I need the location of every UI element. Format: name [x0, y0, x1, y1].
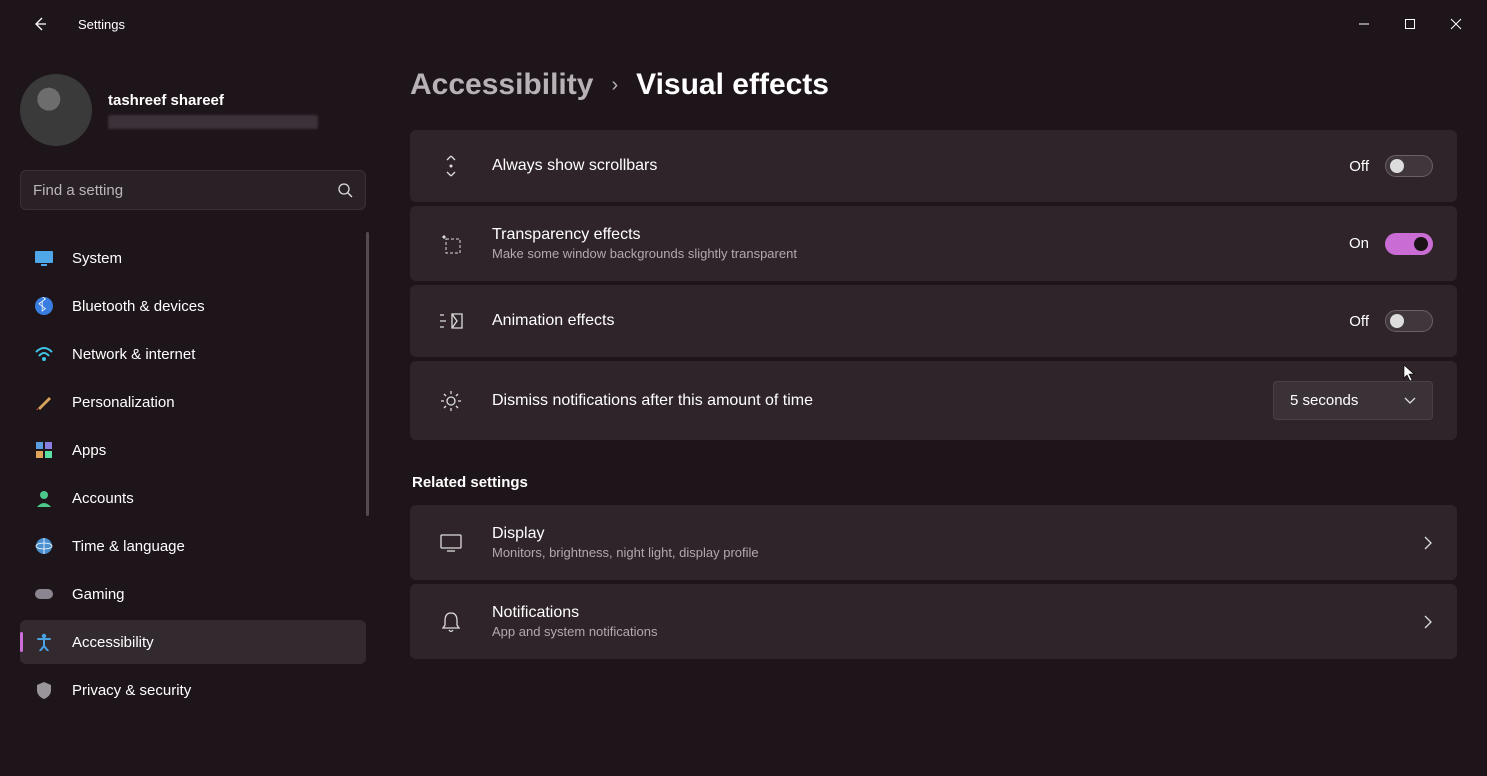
related-display[interactable]: Display Monitors, brightness, night ligh… — [410, 505, 1457, 580]
brightness-icon — [434, 389, 468, 413]
monitor-icon — [34, 248, 54, 268]
scrollbar-icon — [434, 154, 468, 178]
sparkle-icon — [434, 232, 468, 256]
arrow-left-icon — [32, 16, 48, 32]
app-title: Settings — [78, 17, 125, 32]
back-button[interactable] — [20, 4, 60, 44]
related-settings-heading: Related settings — [412, 474, 1457, 491]
search-icon — [337, 182, 353, 198]
related-notifications[interactable]: Notifications App and system notificatio… — [410, 584, 1457, 659]
animation-icon — [434, 311, 468, 331]
nav-label: Personalization — [72, 394, 175, 411]
wifi-icon — [34, 344, 54, 364]
maximize-button[interactable] — [1387, 8, 1433, 40]
minimize-icon — [1358, 18, 1370, 30]
setting-scrollbars: Always show scrollbars Off — [410, 130, 1457, 202]
sidebar-item-privacy[interactable]: Privacy & security — [20, 668, 366, 712]
accessibility-icon — [34, 632, 54, 652]
sidebar-item-bluetooth[interactable]: Bluetooth & devices — [20, 284, 366, 328]
nav-label: Accounts — [72, 490, 134, 507]
chevron-right-icon: › — [611, 74, 618, 97]
nav-label: Apps — [72, 442, 106, 459]
nav-label: System — [72, 250, 122, 267]
nav-label: Gaming — [72, 586, 125, 603]
bluetooth-icon — [34, 296, 54, 316]
breadcrumb: Accessibility › Visual effects — [410, 68, 1457, 102]
sidebar-item-time-language[interactable]: Time & language — [20, 524, 366, 568]
nav-label: Time & language — [72, 538, 185, 555]
sidebar-item-system[interactable]: System — [20, 236, 366, 280]
search-input-wrap[interactable] — [20, 170, 366, 210]
link-title: Notifications — [492, 604, 1423, 622]
nav-list: System Bluetooth & devices Network & int… — [20, 232, 366, 716]
sidebar: tashreef shareef System Bluetooth & devi… — [0, 48, 380, 776]
setting-title: Always show scrollbars — [492, 157, 1349, 175]
nav-label: Privacy & security — [72, 682, 191, 699]
chevron-down-icon — [1404, 397, 1416, 405]
titlebar: Settings — [0, 0, 1487, 48]
window-controls — [1341, 8, 1479, 40]
user-block[interactable]: tashreef shareef — [20, 74, 366, 146]
shield-icon — [34, 680, 54, 700]
dropdown-value: 5 seconds — [1290, 392, 1358, 409]
close-icon — [1450, 18, 1462, 30]
close-button[interactable] — [1433, 8, 1479, 40]
breadcrumb-parent[interactable]: Accessibility — [410, 68, 593, 102]
chevron-right-icon — [1423, 535, 1433, 551]
sidebar-item-gaming[interactable]: Gaming — [20, 572, 366, 616]
avatar — [20, 74, 92, 146]
user-name: tashreef shareef — [108, 92, 318, 109]
globe-icon — [34, 536, 54, 556]
setting-title: Animation effects — [492, 312, 1349, 330]
minimize-button[interactable] — [1341, 8, 1387, 40]
page-title: Visual effects — [636, 68, 829, 102]
bell-icon — [434, 611, 468, 633]
toggle-state-label: On — [1349, 235, 1369, 252]
scrollbars-toggle[interactable] — [1385, 155, 1433, 177]
sidebar-item-accessibility[interactable]: Accessibility — [20, 620, 366, 664]
animation-toggle[interactable] — [1385, 310, 1433, 332]
setting-animation: Animation effects Off — [410, 285, 1457, 357]
setting-dismiss-notifications: Dismiss notifications after this amount … — [410, 361, 1457, 440]
link-title: Display — [492, 525, 1423, 543]
dismiss-duration-dropdown[interactable]: 5 seconds — [1273, 381, 1433, 420]
apps-icon — [34, 440, 54, 460]
nav-label: Network & internet — [72, 346, 195, 363]
link-sub: App and system notifications — [492, 624, 1423, 639]
gamepad-icon — [34, 584, 54, 604]
nav-label: Accessibility — [72, 634, 154, 651]
user-email-redacted — [108, 115, 318, 129]
sidebar-item-accounts[interactable]: Accounts — [20, 476, 366, 520]
content-area: Accessibility › Visual effects Always sh… — [380, 48, 1487, 776]
setting-title: Transparency effects — [492, 226, 1349, 244]
toggle-state-label: Off — [1349, 313, 1369, 330]
sidebar-item-apps[interactable]: Apps — [20, 428, 366, 472]
transparency-toggle[interactable] — [1385, 233, 1433, 255]
display-icon — [434, 533, 468, 553]
setting-sub: Make some window backgrounds slightly tr… — [492, 246, 1349, 261]
link-sub: Monitors, brightness, night light, displ… — [492, 545, 1423, 560]
setting-transparency: Transparency effects Make some window ba… — [410, 206, 1457, 281]
search-input[interactable] — [33, 182, 337, 199]
person-icon — [34, 488, 54, 508]
maximize-icon — [1404, 18, 1416, 30]
setting-title: Dismiss notifications after this amount … — [492, 392, 1273, 410]
sidebar-item-network[interactable]: Network & internet — [20, 332, 366, 376]
sidebar-item-personalization[interactable]: Personalization — [20, 380, 366, 424]
chevron-right-icon — [1423, 614, 1433, 630]
nav-label: Bluetooth & devices — [72, 298, 205, 315]
paintbrush-icon — [34, 392, 54, 412]
toggle-state-label: Off — [1349, 158, 1369, 175]
